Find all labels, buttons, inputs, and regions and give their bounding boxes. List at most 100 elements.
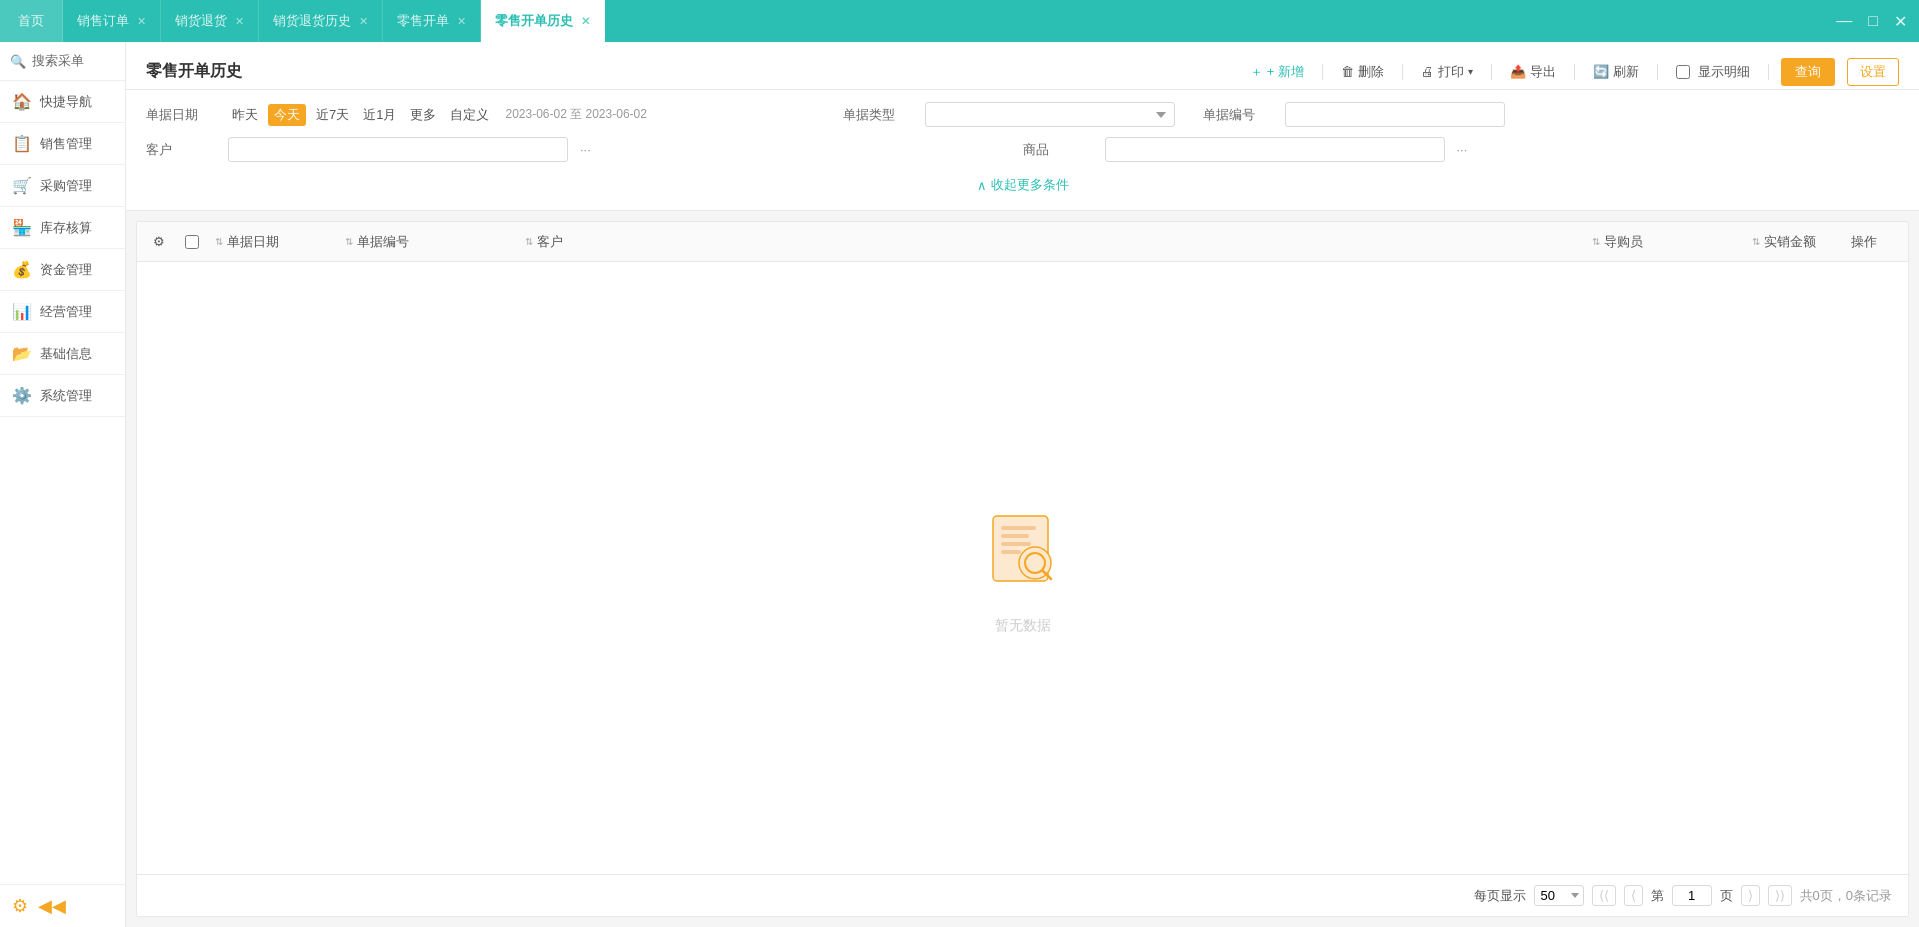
th-guide[interactable]: ⇅ 导购员 <box>1584 233 1704 251</box>
filter-customer-section: 客户 ··· <box>146 137 1023 162</box>
sidebar-item-finance-mgmt[interactable]: 💰 资金管理 <box>0 249 125 291</box>
tab-retail-open-close[interactable]: ✕ <box>457 15 466 28</box>
refresh-button[interactable]: 🔄 刷新 <box>1587 59 1645 85</box>
display-detail-button[interactable]: 显示明细 <box>1670 59 1756 85</box>
date-today[interactable]: 今天 <box>268 104 306 126</box>
tab-sales-order[interactable]: 销售订单 ✕ <box>63 0 161 42</box>
inventory-icon: 🏪 <box>12 218 32 237</box>
type-select[interactable] <box>925 102 1175 127</box>
page-next-button[interactable]: ⟩ <box>1741 885 1760 906</box>
system-icon: ⚙️ <box>12 386 32 405</box>
filter-num-section: 单据编号 <box>1203 102 1900 127</box>
sidebar-item-quick-nav-label: 快捷导航 <box>40 93 92 111</box>
settings-button[interactable]: 设置 <box>1847 58 1899 86</box>
tab-sales-order-close[interactable]: ✕ <box>137 15 146 28</box>
table-header: ⚙ ⇅ 单据日期 ⇅ 单据编号 ⇅ 客户 ⇅ <box>137 222 1908 262</box>
page-title: 零售开单历史 <box>146 61 242 82</box>
collapse-button[interactable]: ∧ 收起更多条件 <box>977 172 1069 198</box>
tab-sales-order-label: 销售订单 <box>77 12 129 30</box>
finance-icon: 💰 <box>12 260 32 279</box>
tab-sales-return[interactable]: 销货退货 ✕ <box>161 0 259 42</box>
minimize-button[interactable]: — <box>1832 8 1856 34</box>
goods-input[interactable] <box>1105 137 1445 162</box>
sidebar-item-inventory[interactable]: 🏪 库存核算 <box>0 207 125 249</box>
th-customer[interactable]: ⇅ 客户 <box>517 233 1584 251</box>
add-button[interactable]: ＋ + 新增 <box>1244 59 1310 85</box>
select-all-checkbox[interactable] <box>185 235 199 249</box>
customer-input[interactable] <box>228 137 568 162</box>
num-input[interactable] <box>1285 102 1505 127</box>
tab-retail-open-history[interactable]: 零售开单历史 ✕ <box>481 0 605 42</box>
sales-icon: 📋 <box>12 134 32 153</box>
delete-icon: 🗑 <box>1341 64 1354 79</box>
toolbar: ＋ + 新增 🗑 删除 🖨 打印 ▾ 📤 导出 <box>1244 58 1899 86</box>
close-button[interactable]: ✕ <box>1890 8 1911 35</box>
date-yesterday[interactable]: 昨天 <box>228 104 262 126</box>
svg-rect-2 <box>1001 534 1029 538</box>
page-first-button[interactable]: ⟨⟨ <box>1592 885 1616 906</box>
maximize-button[interactable]: □ <box>1864 8 1882 34</box>
filter-type-section: 单据类型 <box>843 102 1203 127</box>
customer-label: 客户 <box>146 141 216 159</box>
sidebar-item-purchase-mgmt-label: 采购管理 <box>40 177 92 195</box>
filter-goods-section: 商品 ··· <box>1023 137 1900 162</box>
purchase-icon: 🛒 <box>12 176 32 195</box>
date-7days[interactable]: 近7天 <box>312 104 353 126</box>
th-date[interactable]: ⇅ 单据日期 <box>207 233 337 251</box>
page-label-suffix: 页 <box>1720 887 1733 905</box>
sidebar-search[interactable]: 🔍 搜索采单 <box>0 42 125 81</box>
sidebar-item-sales-mgmt[interactable]: 📋 销售管理 <box>0 123 125 165</box>
collapse-sidebar-button[interactable]: ◀◀ <box>38 895 66 917</box>
goods-ellipsis: ··· <box>1457 142 1468 157</box>
tab-home-label: 首页 <box>18 12 44 30</box>
page-size-label: 每页显示 <box>1474 887 1526 905</box>
sidebar: 🔍 搜索采单 🏠 快捷导航 📋 销售管理 🛒 采购管理 🏪 库存核算 💰 资金管… <box>0 42 126 927</box>
collapse-label: 收起更多条件 <box>991 176 1069 194</box>
th-settings[interactable]: ⚙ <box>141 234 177 249</box>
th-num[interactable]: ⇅ 单据编号 <box>337 233 517 251</box>
sort-num-icon: ⇅ <box>345 236 353 247</box>
empty-text: 暂无数据 <box>995 617 1051 635</box>
tab-home[interactable]: 首页 <box>0 0 63 42</box>
sidebar-item-system-mgmt[interactable]: ⚙️ 系统管理 <box>0 375 125 417</box>
page-last-button[interactable]: ⟩⟩ <box>1768 885 1792 906</box>
sort-customer-icon: ⇅ <box>525 236 533 247</box>
filter-date-section: 单据日期 昨天 今天 近7天 近1月 更多 自定义 2023-06-02 至 2… <box>146 104 843 126</box>
page-label-prefix: 第 <box>1651 887 1664 905</box>
type-label: 单据类型 <box>843 106 913 124</box>
sidebar-item-operations-mgmt[interactable]: 📊 经营管理 <box>0 291 125 333</box>
tab-sales-return-history-close[interactable]: ✕ <box>359 15 368 28</box>
tab-sales-return-close[interactable]: ✕ <box>235 15 244 28</box>
th-amount[interactable]: ⇅ 实销金额 <box>1704 233 1824 251</box>
date-more[interactable]: 更多 <box>406 104 440 126</box>
tab-retail-open-history-close[interactable]: ✕ <box>581 15 590 28</box>
date-custom[interactable]: 自定义 <box>446 104 493 126</box>
page-input[interactable] <box>1672 885 1712 906</box>
page-prev-button[interactable]: ⟨ <box>1624 885 1643 906</box>
page-size-select[interactable]: 50 100 200 <box>1534 885 1584 906</box>
th-check[interactable] <box>177 235 207 249</box>
settings-bottom-button[interactable]: ⚙ <box>12 895 28 917</box>
sidebar-item-basic-info[interactable]: 📂 基础信息 <box>0 333 125 375</box>
svg-rect-1 <box>1001 526 1036 530</box>
print-button[interactable]: 🖨 打印 ▾ <box>1415 59 1479 85</box>
sidebar-item-quick-nav[interactable]: 🏠 快捷导航 <box>0 81 125 123</box>
tab-retail-open-label: 零售开单 <box>397 12 449 30</box>
sidebar-item-basic-info-label: 基础信息 <box>40 345 92 363</box>
sidebar-item-purchase-mgmt[interactable]: 🛒 采购管理 <box>0 165 125 207</box>
delete-label: 删除 <box>1358 63 1384 81</box>
delete-button[interactable]: 🗑 删除 <box>1335 59 1390 85</box>
export-button[interactable]: 📤 导出 <box>1504 59 1562 85</box>
export-label: 导出 <box>1530 63 1556 81</box>
tab-sales-return-history[interactable]: 销货退货历史 ✕ <box>259 0 383 42</box>
th-ops-label: 操作 <box>1851 233 1877 251</box>
tab-retail-open-history-label: 零售开单历史 <box>495 12 573 30</box>
query-button[interactable]: 查询 <box>1781 58 1835 86</box>
empty-illustration <box>973 501 1073 601</box>
collapse-chevron-icon: ∧ <box>977 178 987 193</box>
filter-date-options: 昨天 今天 近7天 近1月 更多 自定义 2023-06-02 至 2023-0… <box>228 104 647 126</box>
search-icon: 🔍 <box>10 54 26 69</box>
display-detail-checkbox[interactable] <box>1676 65 1690 79</box>
tab-retail-open[interactable]: 零售开单 ✕ <box>383 0 481 42</box>
date-1month[interactable]: 近1月 <box>359 104 400 126</box>
